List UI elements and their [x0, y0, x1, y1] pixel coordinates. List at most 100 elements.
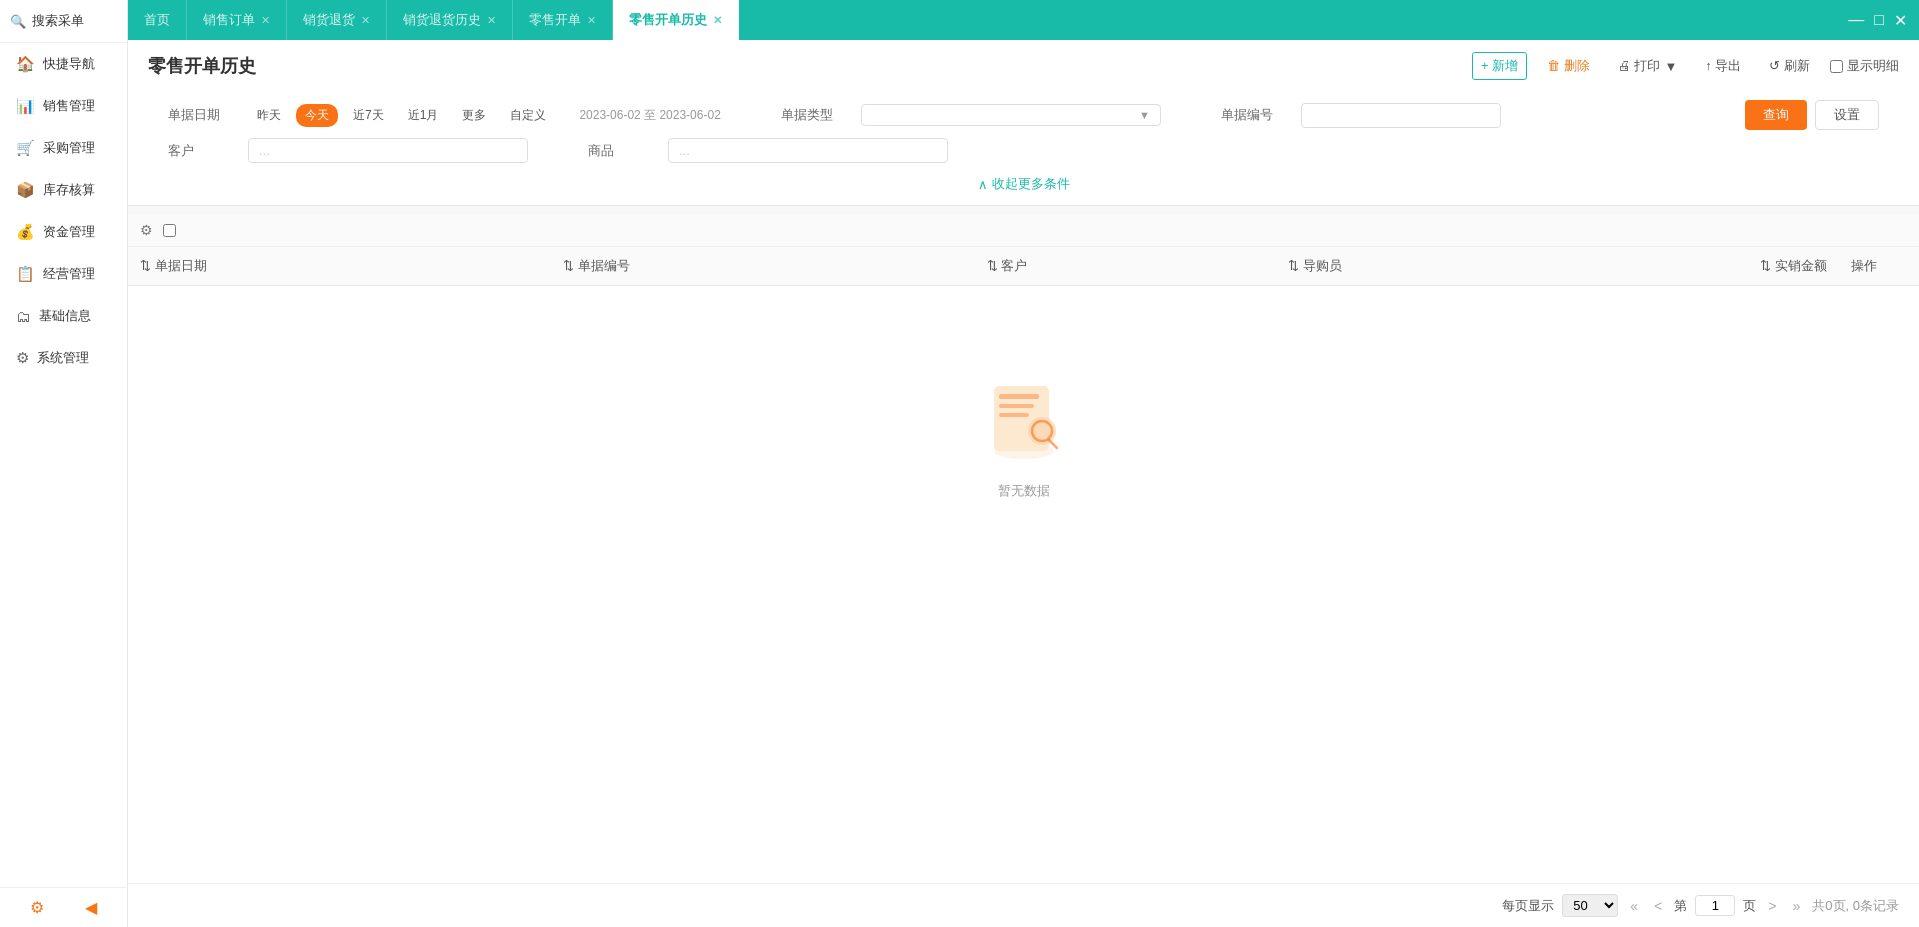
first-page-btn[interactable]: «	[1626, 896, 1642, 916]
date-btn-more[interactable]: 更多	[453, 104, 495, 127]
sidebar-item-basic-info[interactable]: 🗂 基础信息	[0, 295, 127, 337]
table-header: ⇅ 单据日期 ⇅ 单据编号 ⇅ 客户 ⇅ 导购员	[128, 247, 1919, 286]
query-button[interactable]: 查询	[1745, 100, 1807, 130]
show-detail-checkbox[interactable]: 显示明细	[1830, 57, 1899, 75]
collapse-up-icon: ∧	[978, 177, 988, 192]
sort-icon[interactable]: ⇅	[140, 258, 151, 273]
empty-icon	[974, 366, 1074, 466]
empty-text: 暂无数据	[998, 482, 1050, 500]
collapse-sidebar-icon[interactable]: ◀	[85, 898, 97, 917]
sidebar-item-purchase-mgmt[interactable]: 🛒 采购管理	[0, 127, 127, 169]
sidebar-label-quick-nav: 快捷导航	[43, 55, 95, 73]
sidebar-search[interactable]: 🔍 搜索采单	[0, 0, 127, 43]
col-date: ⇅ 单据日期	[128, 247, 551, 286]
sidebar-label-purchase-mgmt: 采购管理	[43, 139, 95, 157]
date-buttons: 昨天今天近7天近1月更多自定义	[248, 104, 555, 127]
tab-close-retail-open[interactable]: ✕	[587, 14, 596, 27]
col-amount: ⇅ 实销金额	[1639, 247, 1839, 286]
select-all-checkbox[interactable]	[163, 224, 176, 237]
sort-icon-5[interactable]: ⇅	[1760, 258, 1771, 273]
sidebar-item-finance[interactable]: 💰 资金管理	[0, 211, 127, 253]
sidebar-item-sys-mgmt[interactable]: ⚙ 系统管理	[0, 337, 127, 379]
tab-retail-history[interactable]: 零售开单历史 ✕	[613, 0, 739, 40]
doc-type-label: 单据类型	[781, 106, 841, 124]
main-area: 首页销售订单✕销货退货✕ 销货退货历史 ✕ 零售开单 ✕ 零售开单历史 ✕ — □ ✕ 零售…	[128, 0, 1919, 927]
tab-sales-return-history[interactable]: 销货退货历史 ✕	[387, 0, 513, 40]
date-btn-today[interactable]: 今天	[296, 104, 338, 127]
page-end-label: 页	[1743, 897, 1756, 915]
export-button[interactable]: ↑ 导出	[1697, 53, 1749, 79]
show-detail-input[interactable]	[1830, 60, 1843, 73]
settings-icon[interactable]: ⚙	[30, 898, 44, 917]
sidebar-icon-sys-mgmt: ⚙	[16, 349, 29, 367]
product-label: 商品	[588, 142, 648, 160]
tab-close-sales-return-history[interactable]: ✕	[487, 14, 496, 27]
print-button[interactable]: 🖨 打印 ▼	[1610, 53, 1686, 79]
sidebar-item-operations[interactable]: 📋 经营管理	[0, 253, 127, 295]
empty-state: 暂无数据	[128, 286, 1919, 580]
sidebar-icon-inventory: 📦	[16, 181, 35, 199]
tab-close-retail-history[interactable]: ✕	[713, 14, 722, 27]
tab-label-retail-history: 零售开单历史	[629, 11, 707, 29]
filter-row-2: 客户 ... 商品 ...	[168, 138, 1879, 163]
collapse-label: 收起更多条件	[992, 175, 1070, 193]
tab-close-sales-return[interactable]: ✕	[361, 14, 370, 27]
date-btn-custom[interactable]: 自定义	[501, 104, 555, 127]
search-icon: 🔍	[10, 14, 26, 29]
tab-label-home: 首页	[144, 11, 170, 29]
add-label: + 新增	[1481, 57, 1518, 75]
sidebar-label-operations: 经营管理	[43, 265, 95, 283]
sort-icon-4[interactable]: ⇅	[1288, 258, 1299, 273]
print-label: 🖨 打印	[1618, 57, 1661, 75]
tab-sales-order[interactable]: 销售订单✕	[187, 0, 287, 40]
date-btn-yesterday[interactable]: 昨天	[248, 104, 290, 127]
svg-line-7	[1049, 440, 1057, 448]
sort-icon-2[interactable]: ⇅	[563, 258, 574, 273]
doc-no-input[interactable]	[1301, 103, 1501, 128]
delete-button[interactable]: 🗑 删除	[1539, 53, 1598, 79]
tab-label-sales-return-history: 销货退货历史	[403, 11, 481, 29]
date-range-text: 2023-06-02 至 2023-06-02	[579, 107, 720, 124]
sidebar-item-inventory[interactable]: 📦 库存核算	[0, 169, 127, 211]
sidebar-item-sales-mgmt[interactable]: 📊 销售管理	[0, 85, 127, 127]
product-input[interactable]: ...	[668, 138, 948, 163]
close-btn[interactable]: ✕	[1894, 11, 1907, 30]
maximize-btn[interactable]: □	[1874, 11, 1884, 29]
tab-home[interactable]: 首页	[128, 0, 187, 40]
customer-label: 客户	[168, 142, 228, 160]
customer-input[interactable]: ...	[248, 138, 528, 163]
tab-label-retail-open: 零售开单	[529, 11, 581, 29]
next-page-btn[interactable]: >	[1764, 896, 1780, 916]
tab-retail-open[interactable]: 零售开单 ✕	[513, 0, 613, 40]
page-header: 零售开单历史 + 新增 🗑 删除 🖨 打印 ▼ ↑ 导出	[128, 40, 1919, 206]
sidebar-icon-purchase-mgmt: 🛒	[16, 139, 35, 157]
last-page-btn[interactable]: »	[1789, 896, 1805, 916]
page-title: 零售开单历史	[148, 54, 256, 78]
doc-type-select[interactable]: ▼	[861, 104, 1161, 126]
page-input[interactable]	[1695, 895, 1735, 916]
sidebar-icon-sales-mgmt: 📊	[16, 97, 35, 115]
table-settings-icon[interactable]: ⚙	[140, 222, 153, 238]
minimize-btn[interactable]: —	[1848, 11, 1864, 29]
per-page-select[interactable]: 50 100 200	[1562, 894, 1618, 917]
sidebar-item-quick-nav[interactable]: 🏠 快捷导航	[0, 43, 127, 85]
tab-bar: 首页销售订单✕销货退货✕ 销货退货历史 ✕ 零售开单 ✕ 零售开单历史 ✕ — □ ✕	[128, 0, 1919, 40]
sort-icon-3[interactable]: ⇅	[987, 258, 998, 273]
refresh-label: ↺ 刷新	[1769, 57, 1810, 75]
add-button[interactable]: + 新增	[1472, 52, 1527, 80]
col-doc-no: ⇅ 单据编号	[551, 247, 974, 286]
setting-button[interactable]: 设置	[1815, 100, 1879, 130]
tab-sales-return[interactable]: 销货退货✕	[287, 0, 387, 40]
tab-close-sales-order[interactable]: ✕	[261, 14, 270, 27]
sidebar-label-sys-mgmt: 系统管理	[37, 349, 89, 367]
date-btn-last_month[interactable]: 近1月	[399, 104, 448, 127]
collapse-button[interactable]: ∧ 收起更多条件	[168, 171, 1879, 197]
prev-page-btn[interactable]: <	[1650, 896, 1666, 916]
sidebar: 🔍 搜索采单 🏠 快捷导航📊 销售管理🛒 采购管理📦 库存核算💰 资金管理📋 经…	[0, 0, 128, 927]
sidebar-label-inventory: 库存核算	[43, 181, 95, 199]
refresh-button[interactable]: ↺ 刷新	[1761, 53, 1818, 79]
date-btn-last7[interactable]: 近7天	[344, 104, 393, 127]
doc-no-label: 单据编号	[1221, 106, 1281, 124]
svg-rect-2	[999, 394, 1039, 399]
col-customer: ⇅ 客户	[975, 247, 1277, 286]
